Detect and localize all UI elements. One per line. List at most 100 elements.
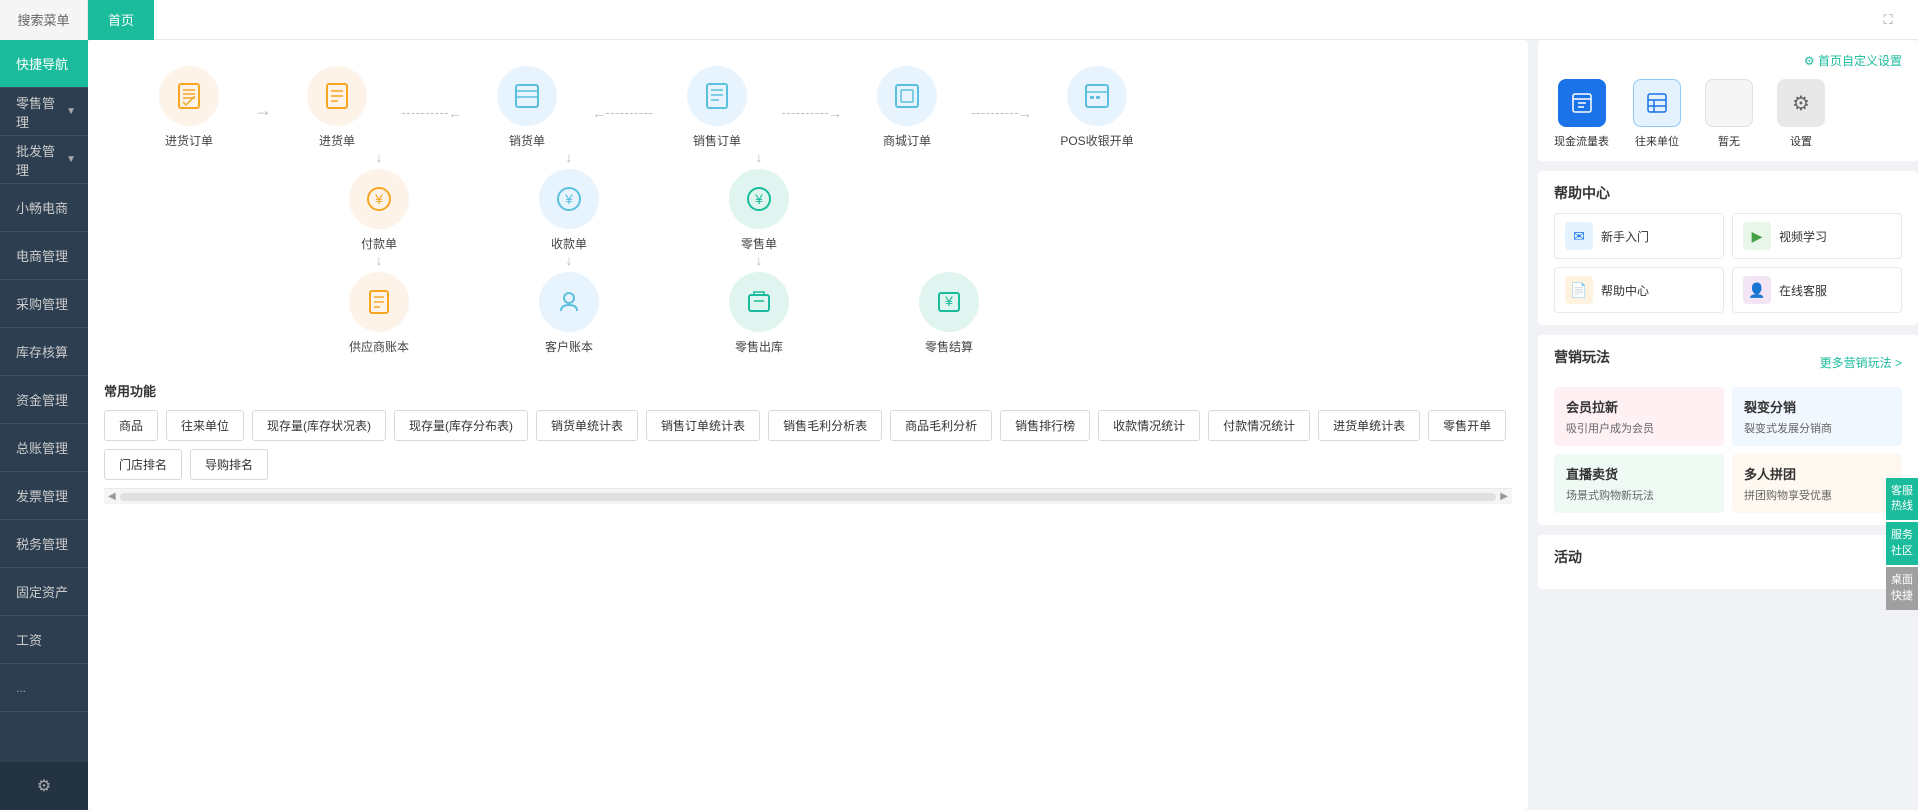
func-btn-partners[interactable]: 往来单位	[166, 410, 244, 441]
help-item-beginner[interactable]: ✉ 新手入门	[1554, 213, 1724, 259]
sidebar-item-quick-nav[interactable]: 快捷导航	[0, 40, 88, 88]
main-layout: 快捷导航 零售管理 ▼ 批发管理 ▼ 小畅电商 电商管理 采购管理 库存核算 资…	[0, 40, 1918, 810]
common-functions-title: 常用功能	[104, 381, 1512, 400]
expand-icon[interactable]: ⛶	[1878, 10, 1898, 30]
user-icon: 👤	[1743, 276, 1771, 304]
node-sales-order[interactable]: 销售订单	[652, 66, 782, 149]
quick-item-partners[interactable]: 往来单位	[1633, 79, 1681, 149]
scroll-right-btn[interactable]: ▶	[1500, 491, 1508, 502]
func-btn-goods-profit[interactable]: 商品毛利分析	[890, 410, 992, 441]
content-panels: 进货订单 → 进货单 ←	[88, 40, 1918, 810]
sidebar-item-wholesale[interactable]: 批发管理 ▼	[0, 136, 88, 184]
chevron-down-icon: ▼	[66, 106, 76, 117]
sidebar-item-ecommerce[interactable]: 电商管理	[0, 232, 88, 280]
tab-home[interactable]: 首页	[88, 0, 154, 40]
chevron-down-icon: ▼	[66, 154, 76, 165]
node-retail-outbound[interactable]	[729, 272, 789, 332]
func-btn-inventory2[interactable]: 现存量(库存分布表)	[394, 410, 528, 441]
marketing-item-member[interactable]: 会员拉新 吸引用户成为会员	[1554, 387, 1724, 446]
scroll-bar[interactable]	[120, 493, 1497, 501]
func-btn-order-stats[interactable]: 销售订单统计表	[646, 410, 760, 441]
func-btn-store-rank[interactable]: 门店排名	[104, 449, 182, 480]
sidebar-item-retail[interactable]: 零售管理 ▼	[0, 88, 88, 136]
marketing-header: 营销玩法 更多营销玩法 >	[1554, 347, 1902, 377]
scroll-left-btn[interactable]: ◀	[108, 491, 116, 502]
svg-text:¥: ¥	[944, 293, 953, 309]
arrow-1: →	[254, 100, 272, 149]
node-purchase-order[interactable]: 进货订单	[124, 66, 254, 149]
func-btn-purchase-stats[interactable]: 进货单统计表	[1318, 410, 1420, 441]
common-functions: 常用功能 商品 往来单位 现存量(库存状况表) 现存量(库存分布表) 销货单统计…	[104, 381, 1512, 480]
right-panel: ⚙ 首页自定义设置 现金流量表 往来单位	[1538, 40, 1918, 810]
func-btn-gross-profit[interactable]: 销售毛利分析表	[768, 410, 882, 441]
quick-icons: 现金流量表 往来单位 暂无 ⚙ 设置	[1554, 79, 1902, 149]
quick-item-settings[interactable]: ⚙ 设置	[1777, 79, 1825, 149]
node-pos[interactable]: POS收银开单	[1032, 66, 1162, 149]
marketing-item-group[interactable]: 多人拼团 拼团购物享受优惠	[1732, 454, 1902, 513]
help-item-service[interactable]: 👤 在线客服	[1732, 267, 1902, 313]
sidebar: 快捷导航 零售管理 ▼ 批发管理 ▼ 小畅电商 电商管理 采购管理 库存核算 资…	[0, 40, 88, 810]
func-btn-guide-rank[interactable]: 导购排名	[190, 449, 268, 480]
svg-text:¥: ¥	[374, 191, 383, 207]
sidebar-item-fixed-assets[interactable]: 固定资产	[0, 568, 88, 616]
sidebar-item-tax[interactable]: 税务管理	[0, 520, 88, 568]
func-btn-retail-order[interactable]: 零售开单	[1428, 410, 1506, 441]
float-btn-community[interactable]: 服务社区	[1886, 522, 1918, 565]
left-panel: 进货订单 → 进货单 ←	[88, 40, 1528, 810]
flow-diagram: 进货订单 → 进货单 ←	[104, 56, 1512, 365]
help-grid: ✉ 新手入门 ▶ 视频学习 📄 帮助中心 👤 在线客服	[1554, 213, 1902, 313]
main-panel: 进货订单 → 进货单 ←	[88, 40, 1528, 810]
quick-item-none[interactable]: 暂无	[1705, 79, 1753, 149]
help-item-help[interactable]: 📄 帮助中心	[1554, 267, 1724, 313]
node-payment[interactable]: ¥	[349, 169, 409, 229]
func-btn-inventory1[interactable]: 现存量(库存状况表)	[252, 410, 386, 441]
sidebar-item-inventory[interactable]: 库存核算	[0, 328, 88, 376]
sidebar-item-general-ledger[interactable]: 总账管理	[0, 424, 88, 472]
mail-icon: ✉	[1565, 222, 1593, 250]
quick-access: ⚙ 首页自定义设置 现金流量表 往来单位	[1538, 40, 1918, 161]
sidebar-settings-button[interactable]: ⚙	[0, 762, 88, 810]
help-center-title: 帮助中心	[1554, 183, 1902, 203]
sidebar-item-invoice[interactable]: 发票管理	[0, 472, 88, 520]
sidebar-item-finance[interactable]: 资金管理	[0, 376, 88, 424]
node-retail-settlement[interactable]: ¥	[919, 272, 979, 332]
func-btn-goods[interactable]: 商品	[104, 410, 158, 441]
quick-item-cashflow[interactable]: 现金流量表	[1554, 79, 1609, 149]
document-icon: 📄	[1565, 276, 1593, 304]
activity-title: 活动	[1554, 547, 1902, 567]
top-right: ⛶	[1878, 10, 1918, 30]
sidebar-item-purchase[interactable]: 采购管理	[0, 280, 88, 328]
sidebar-item-more[interactable]: ...	[0, 664, 88, 712]
more-marketing-link[interactable]: 更多营销玩法 >	[1820, 354, 1902, 371]
marketing-item-live[interactable]: 直播卖货 场景式购物新玩法	[1554, 454, 1724, 513]
sidebar-item-salary[interactable]: 工资	[0, 616, 88, 664]
func-btn-receipt-stats[interactable]: 收款情况统计	[1098, 410, 1200, 441]
func-btn-sales-rank[interactable]: 销售排行榜	[1000, 410, 1090, 441]
node-retail-order[interactable]: ¥	[729, 169, 789, 229]
play-icon: ▶	[1743, 222, 1771, 250]
marketing-grid: 会员拉新 吸引用户成为会员 裂变分销 裂变式发展分销商 直播卖货 场景式购物新玩…	[1554, 387, 1902, 513]
float-btn-desktop[interactable]: 桌面快捷	[1886, 567, 1918, 610]
search-menu-button[interactable]: 搜索菜单	[0, 0, 88, 40]
func-grid: 商品 往来单位 现存量(库存状况表) 现存量(库存分布表) 销货单统计表 销售订…	[104, 410, 1512, 480]
node-receipt[interactable]: ¥	[539, 169, 599, 229]
marketing: 营销玩法 更多营销玩法 > 会员拉新 吸引用户成为会员 裂变分销 裂变式发展分销…	[1538, 335, 1918, 525]
node-customer-account[interactable]	[539, 272, 599, 332]
node-mall-order[interactable]: 商城订单	[842, 66, 972, 149]
sidebar-item-ecommerce-small[interactable]: 小畅电商	[0, 184, 88, 232]
float-btn-service[interactable]: 客服热线	[1886, 478, 1918, 521]
node-supplier-account[interactable]	[349, 272, 409, 332]
marketing-title: 营销玩法	[1554, 347, 1610, 367]
func-btn-payment-stats[interactable]: 付款情况统计	[1208, 410, 1310, 441]
float-buttons: 客服热线 服务社区 桌面快捷	[1886, 478, 1918, 610]
scroll-row: ◀ ▶	[104, 488, 1512, 504]
customize-settings-link[interactable]: ⚙ 首页自定义设置	[1554, 52, 1902, 69]
svg-text:¥: ¥	[564, 191, 573, 207]
node-purchase[interactable]: 进货单	[272, 66, 402, 149]
marketing-item-fission[interactable]: 裂变分销 裂变式发展分销商	[1732, 387, 1902, 446]
help-item-video[interactable]: ▶ 视频学习	[1732, 213, 1902, 259]
top-bar: 搜索菜单 首页 ⛶	[0, 0, 1918, 40]
node-sales[interactable]: 销货单	[462, 66, 592, 149]
func-btn-sales-stats[interactable]: 销货单统计表	[536, 410, 638, 441]
svg-text:¥: ¥	[754, 191, 763, 207]
